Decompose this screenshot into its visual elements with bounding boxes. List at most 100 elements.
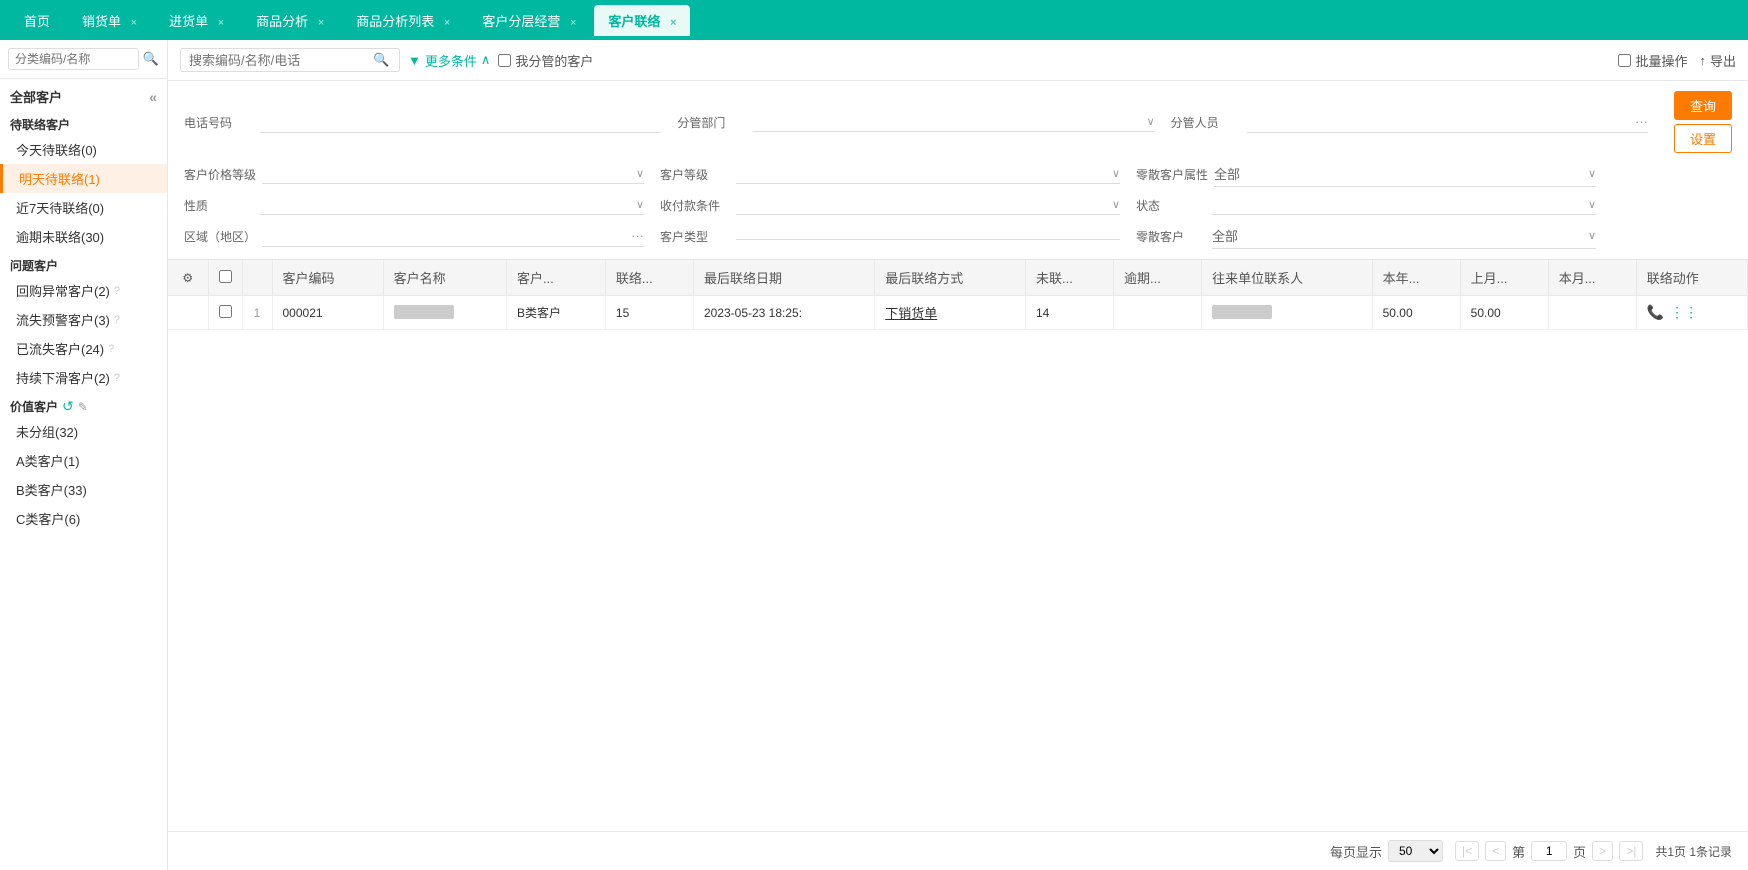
- blurred-contact: [1212, 305, 1272, 319]
- select-all-check[interactable]: [219, 270, 232, 283]
- my-customers-check[interactable]: [498, 54, 511, 67]
- sidebar-search-icon[interactable]: 🔍: [143, 51, 159, 67]
- region-dots-icon[interactable]: ···: [631, 228, 644, 243]
- row-last-way[interactable]: 下销货单: [875, 296, 1026, 330]
- nav-product-analysis[interactable]: 商品分析 ×: [242, 5, 338, 36]
- filter-row-3: 性质 ∨ 收付款条件 ∨ 状态: [184, 195, 1732, 215]
- col-code: 客户编码: [272, 260, 383, 296]
- col-contact: 联络...: [605, 260, 693, 296]
- status-select[interactable]: ∨: [1212, 195, 1596, 215]
- nav-customer-tier[interactable]: 客户分层经营 ×: [468, 5, 590, 36]
- last-way-link[interactable]: 下销货单: [885, 306, 937, 321]
- sidebar-item-overdue-pending[interactable]: 逾期未联络(30): [0, 222, 167, 251]
- nav-customer-contact[interactable]: 客户联络 ×: [594, 5, 690, 36]
- row-actions: 📞 ⋮⋮: [1636, 296, 1747, 330]
- nav-purchase[interactable]: 进货单 ×: [155, 5, 238, 36]
- dept-select[interactable]: ∨: [753, 112, 1154, 132]
- value-group-label: 价值客户 ↺ ✎: [0, 392, 167, 417]
- sidebar-item-tomorrow-pending[interactable]: 明天待联络(1): [0, 164, 167, 193]
- first-page-button[interactable]: |<: [1455, 841, 1479, 861]
- sidebar-item-a-class[interactable]: A类客户(1): [0, 446, 167, 475]
- my-customers-checkbox[interactable]: 我分管的客户: [498, 51, 593, 70]
- help-icon-abnormal: ?: [114, 285, 120, 297]
- nav-product-list[interactable]: 商品分析列表 ×: [342, 5, 464, 36]
- nav-home[interactable]: 首页: [10, 5, 64, 36]
- more-filter-button[interactable]: ▼ 更多条件 ∧: [408, 51, 490, 70]
- col-check: [208, 260, 242, 296]
- collapse-icon[interactable]: «: [149, 89, 157, 105]
- search-box: 🔍: [180, 48, 400, 72]
- batch-op-button[interactable]: 批量操作: [1618, 51, 1687, 70]
- sidebar-item-c-class[interactable]: C类客户(6): [0, 504, 167, 533]
- close-customer-tier-icon[interactable]: ×: [570, 17, 576, 29]
- filter-status: 状态 ∨: [1136, 195, 1596, 215]
- sidebar-item-ungrouped[interactable]: 未分组(32): [0, 417, 167, 446]
- sidebar-item-declining[interactable]: 持续下滑客户(2) ?: [0, 363, 167, 392]
- person-select[interactable]: ···: [1247, 111, 1648, 133]
- row-type: B类客户: [506, 296, 605, 330]
- table-row: 1 000021 B类客户 15 2023-05-23 18:25: 下销货单 …: [168, 296, 1748, 330]
- table-header: ⚙ 客户编码 客户名称 客户... 联络...: [168, 260, 1748, 296]
- col-this-year: 本年...: [1372, 260, 1460, 296]
- row-name: [383, 296, 506, 330]
- close-customer-contact-icon[interactable]: ×: [670, 17, 676, 29]
- person-dots-icon[interactable]: ···: [1635, 114, 1648, 129]
- total-label: 共1页 1条记录: [1655, 843, 1732, 860]
- retail-customer-select[interactable]: 全部 ∨: [1212, 223, 1596, 249]
- close-sales-icon[interactable]: ×: [131, 17, 137, 29]
- close-product-analysis-icon[interactable]: ×: [318, 17, 324, 29]
- payment-select[interactable]: ∨: [736, 195, 1120, 215]
- customer-value-select[interactable]: ∨: [262, 164, 644, 184]
- edit-icon[interactable]: ✎: [78, 400, 88, 414]
- row-uncontacted: 14: [1025, 296, 1113, 330]
- page-size-label: 每页显示: [1330, 842, 1382, 861]
- phone-action-icon[interactable]: 📞: [1647, 304, 1664, 321]
- menu-action-icon[interactable]: ⋮⋮: [1670, 304, 1698, 321]
- prev-page-button[interactable]: <: [1485, 841, 1506, 861]
- batch-check[interactable]: [1618, 54, 1631, 67]
- region-select[interactable]: ···: [262, 225, 644, 247]
- customer-value-label: 客户价格等级: [184, 166, 256, 183]
- page-size-area: 每页显示 50 100 200: [1330, 840, 1443, 862]
- export-button[interactable]: ↑ 导出: [1699, 51, 1736, 70]
- customer-level-label: 客户等级: [660, 166, 730, 183]
- page-size-select[interactable]: 50 100 200: [1388, 840, 1443, 862]
- sidebar-item-today-pending[interactable]: 今天待联络(0): [0, 135, 167, 164]
- all-customers-label: 全部客户: [10, 87, 62, 106]
- nav-sales[interactable]: 销货单 ×: [68, 5, 151, 36]
- retail-attr-select[interactable]: 全部 ∨: [1214, 161, 1596, 187]
- row-this-month: [1548, 296, 1636, 330]
- gender-select[interactable]: ∨: [260, 195, 644, 215]
- customer-level-select[interactable]: ∨: [736, 164, 1120, 184]
- settings-button[interactable]: 设置: [1674, 124, 1732, 153]
- sidebar-item-churn-warning[interactable]: 流失预警客户(3) ?: [0, 305, 167, 334]
- refresh-icon[interactable]: ↺: [62, 398, 74, 415]
- blurred-name: [394, 305, 454, 319]
- close-purchase-icon[interactable]: ×: [218, 17, 224, 29]
- close-product-list-icon[interactable]: ×: [444, 17, 450, 29]
- phone-input[interactable]: [260, 112, 661, 133]
- gender-label: 性质: [184, 197, 254, 214]
- sidebar: 🔍 全部客户 « 待联络客户 今天待联络(0) 明天待联络(1) 近7天待联络(…: [0, 40, 168, 870]
- search-input[interactable]: [189, 53, 369, 68]
- sidebar-item-7day-pending[interactable]: 近7天待联络(0): [0, 193, 167, 222]
- customer-value-chevron-icon: ∨: [636, 167, 644, 180]
- col-last-way: 最后联络方式: [875, 260, 1026, 296]
- dept-chevron-icon: ∨: [1147, 115, 1155, 128]
- row-this-year: 50.00: [1372, 296, 1460, 330]
- current-page-input[interactable]: [1531, 841, 1567, 861]
- customer-type-select[interactable]: [736, 233, 1120, 240]
- row-checkbox[interactable]: [219, 305, 232, 318]
- col-type: 客户...: [506, 260, 605, 296]
- col-gear[interactable]: ⚙: [168, 260, 208, 296]
- next-page-button[interactable]: >: [1592, 841, 1613, 861]
- sidebar-item-b-class[interactable]: B类客户(33): [0, 475, 167, 504]
- last-page-button[interactable]: >|: [1619, 841, 1643, 861]
- query-button[interactable]: 查询: [1674, 91, 1732, 120]
- sidebar-search-input[interactable]: [8, 48, 139, 70]
- sidebar-item-abnormal[interactable]: 回购异常客户(2) ?: [0, 276, 167, 305]
- search-icon[interactable]: 🔍: [373, 52, 389, 68]
- filter-row-2: 客户价格等级 ∨ 客户等级 ∨ 零散客户属性 全部: [184, 161, 1732, 187]
- row-unit-contact: [1202, 296, 1373, 330]
- sidebar-item-churned[interactable]: 已流失客户(24) ?: [0, 334, 167, 363]
